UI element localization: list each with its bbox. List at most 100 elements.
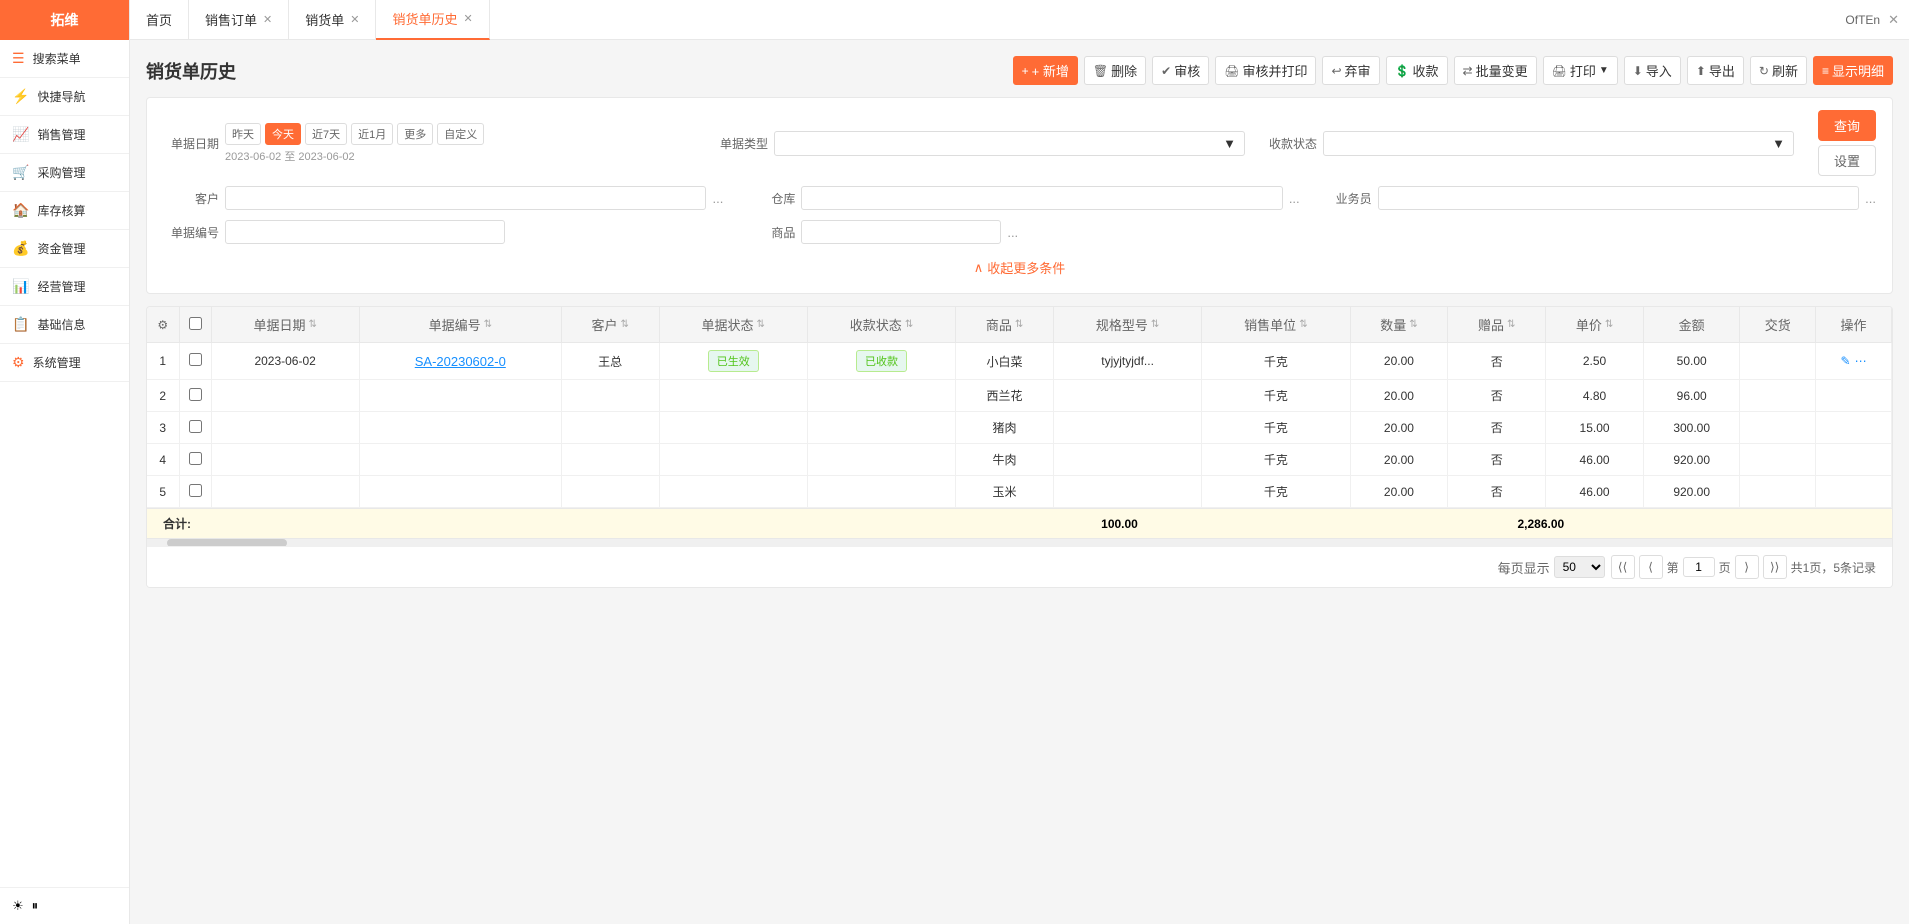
new-button[interactable]: + + 新增 — [1013, 56, 1078, 85]
date-btn-1month[interactable]: 近1月 — [351, 123, 393, 145]
col-trade: 交货 — [1740, 307, 1816, 343]
setting-button[interactable]: 设置 — [1818, 145, 1876, 176]
first-page-button[interactable]: ⟨⟨ — [1611, 555, 1635, 579]
doc-no-link[interactable]: SA-20230602-0 — [415, 354, 506, 369]
select-all-checkbox[interactable] — [189, 317, 202, 330]
delete-button[interactable]: 🗑 删除 — [1084, 56, 1146, 85]
next-page-button[interactable]: ⟩ — [1735, 555, 1759, 579]
sidebar-bottom-icon2[interactable]: ⏸ — [32, 898, 39, 914]
col-spec[interactable]: 规格型号⇅ — [1053, 307, 1201, 343]
prev-page-button[interactable]: ⟨ — [1639, 555, 1663, 579]
row-check[interactable] — [179, 412, 211, 444]
salesman-input[interactable] — [1378, 186, 1859, 210]
row-customer: 王总 — [561, 343, 659, 380]
page-number-input[interactable] — [1683, 557, 1715, 577]
header-row: ⚙ 单据日期⇅ 单据编号⇅ 客户⇅ 单据状态⇅ — [147, 307, 1892, 343]
print-button[interactable]: 🖨 打印 ▼ — [1543, 56, 1618, 85]
edit-action[interactable]: ✎ — [1841, 354, 1851, 368]
tab-sales-goods[interactable]: 销货单 ✕ — [289, 0, 376, 40]
col-qty[interactable]: 数量⇅ — [1350, 307, 1448, 343]
sidebar-item-inventory[interactable]: 🏠 库存核算 — [0, 192, 129, 230]
horizontal-scrollbar[interactable] — [147, 538, 1892, 546]
show-detail-button[interactable]: ≡ 显示明细 — [1813, 56, 1893, 85]
col-price[interactable]: 单价⇅ — [1546, 307, 1644, 343]
refresh-button[interactable]: ↻ 刷新 — [1750, 56, 1807, 85]
col-goods[interactable]: 商品⇅ — [956, 307, 1054, 343]
col-doc-date[interactable]: 单据日期⇅ — [211, 307, 359, 343]
import-button[interactable]: ⬇ 导入 — [1624, 56, 1681, 85]
date-btn-custom[interactable]: 自定义 — [437, 123, 484, 145]
row-checkbox[interactable] — [189, 420, 202, 433]
salesman-dots[interactable]: ... — [1865, 191, 1876, 206]
audit-button[interactable]: ✔ 审核 — [1152, 56, 1209, 85]
sidebar-item-search-menu[interactable]: ☰ 搜索菜单 — [0, 40, 129, 78]
tab-close-sales-history[interactable]: ✕ — [464, 12, 473, 25]
tab-bar-close-icon[interactable]: ✕ — [1888, 12, 1899, 28]
payment-status-select[interactable]: ▼ — [1323, 131, 1794, 156]
row-checkbox[interactable] — [189, 452, 202, 465]
row-spec — [1053, 380, 1201, 412]
row-checkbox[interactable] — [189, 353, 202, 366]
abandon-button[interactable]: ↩ 弃审 — [1322, 56, 1379, 85]
batch-change-button[interactable]: ⇄ 批量变更 — [1454, 56, 1537, 85]
sidebar-item-sales-mgmt[interactable]: 📈 销售管理 — [0, 116, 129, 154]
row-amount: 920.00 — [1643, 444, 1739, 476]
sidebar-item-basic-info[interactable]: 📋 基础信息 — [0, 306, 129, 344]
page-size-dropdown[interactable]: 50 100 200 — [1554, 556, 1605, 578]
row-payment-status — [807, 412, 955, 444]
date-btn-yesterday[interactable]: 昨天 — [225, 123, 261, 145]
sidebar-item-finance[interactable]: 💰 资金管理 — [0, 230, 129, 268]
last-page-button[interactable]: ⟩⟩ — [1763, 555, 1787, 579]
col-payment-status[interactable]: 收款状态⇅ — [807, 307, 955, 343]
goods-dots[interactable]: ... — [1007, 225, 1018, 240]
row-doc-no[interactable]: SA-20230602-0 — [359, 343, 561, 380]
row-checkbox[interactable] — [189, 484, 202, 497]
col-customer[interactable]: 客户⇅ — [561, 307, 659, 343]
row-payment-status — [807, 476, 955, 508]
tab-sales-order[interactable]: 销售订单 ✕ — [189, 0, 289, 40]
tab-sales-history[interactable]: 销货单历史 ✕ — [376, 0, 489, 40]
customer-dots[interactable]: ... — [712, 191, 723, 206]
sidebar-item-purchase-mgmt[interactable]: 🛒 采购管理 — [0, 154, 129, 192]
sidebar-item-sys-mgmt[interactable]: ⚙ 系统管理 — [0, 344, 129, 382]
row-checkbox[interactable] — [189, 388, 202, 401]
date-btn-today[interactable]: 今天 — [265, 123, 301, 145]
col-action: 操作 — [1816, 307, 1892, 343]
summary-label: 合计: — [147, 515, 347, 532]
row-check[interactable] — [179, 343, 211, 380]
collect-button[interactable]: 💲 收款 — [1386, 56, 1448, 85]
row-check[interactable] — [179, 380, 211, 412]
warehouse-dots[interactable]: ... — [1289, 191, 1300, 206]
col-doc-no[interactable]: 单据编号⇅ — [359, 307, 561, 343]
sys-mgmt-icon: ⚙ — [12, 354, 25, 371]
col-checkbox[interactable] — [179, 307, 211, 343]
tab-close-sales-order[interactable]: ✕ — [263, 13, 272, 26]
doc-no-input[interactable] — [225, 220, 505, 244]
sidebar-bottom-icon1[interactable]: ☀ — [12, 898, 24, 914]
col-doc-status[interactable]: 单据状态⇅ — [659, 307, 807, 343]
col-gift[interactable]: 赠品⇅ — [1448, 307, 1546, 343]
warehouse-input[interactable] — [801, 186, 1282, 210]
tab-close-sales-goods[interactable]: ✕ — [350, 13, 359, 26]
row-check[interactable] — [179, 444, 211, 476]
table-row: 12023-06-02SA-20230602-0王总已生效已收款小白菜tyjyj… — [147, 343, 1892, 380]
tab-home[interactable]: 首页 — [130, 0, 189, 40]
collapse-button[interactable]: ∧ 收起更多条件 — [970, 254, 1070, 281]
row-spec — [1053, 476, 1201, 508]
more-action[interactable]: ⋯ — [1855, 354, 1867, 368]
customer-input[interactable] — [225, 186, 706, 210]
row-check[interactable] — [179, 476, 211, 508]
row-action[interactable]: ✎⋯ — [1816, 343, 1892, 380]
doc-type-select[interactable]: ▼ — [774, 131, 1245, 156]
date-btn-more[interactable]: 更多 — [397, 123, 433, 145]
query-button[interactable]: 查询 — [1818, 110, 1876, 141]
sidebar-item-operations[interactable]: 📊 经营管理 — [0, 268, 129, 306]
col-settings[interactable]: ⚙ — [147, 307, 179, 343]
goods-input[interactable] — [801, 220, 1001, 244]
salesman-label: 业务员 — [1316, 190, 1372, 207]
audit-print-button[interactable]: 🖨 审核并打印 — [1215, 56, 1316, 85]
date-btn-7days[interactable]: 近7天 — [305, 123, 347, 145]
export-button[interactable]: ⬆ 导出 — [1687, 56, 1744, 85]
sidebar-item-quick-nav[interactable]: ⚡ 快捷导航 — [0, 78, 129, 116]
col-unit[interactable]: 销售单位⇅ — [1202, 307, 1350, 343]
